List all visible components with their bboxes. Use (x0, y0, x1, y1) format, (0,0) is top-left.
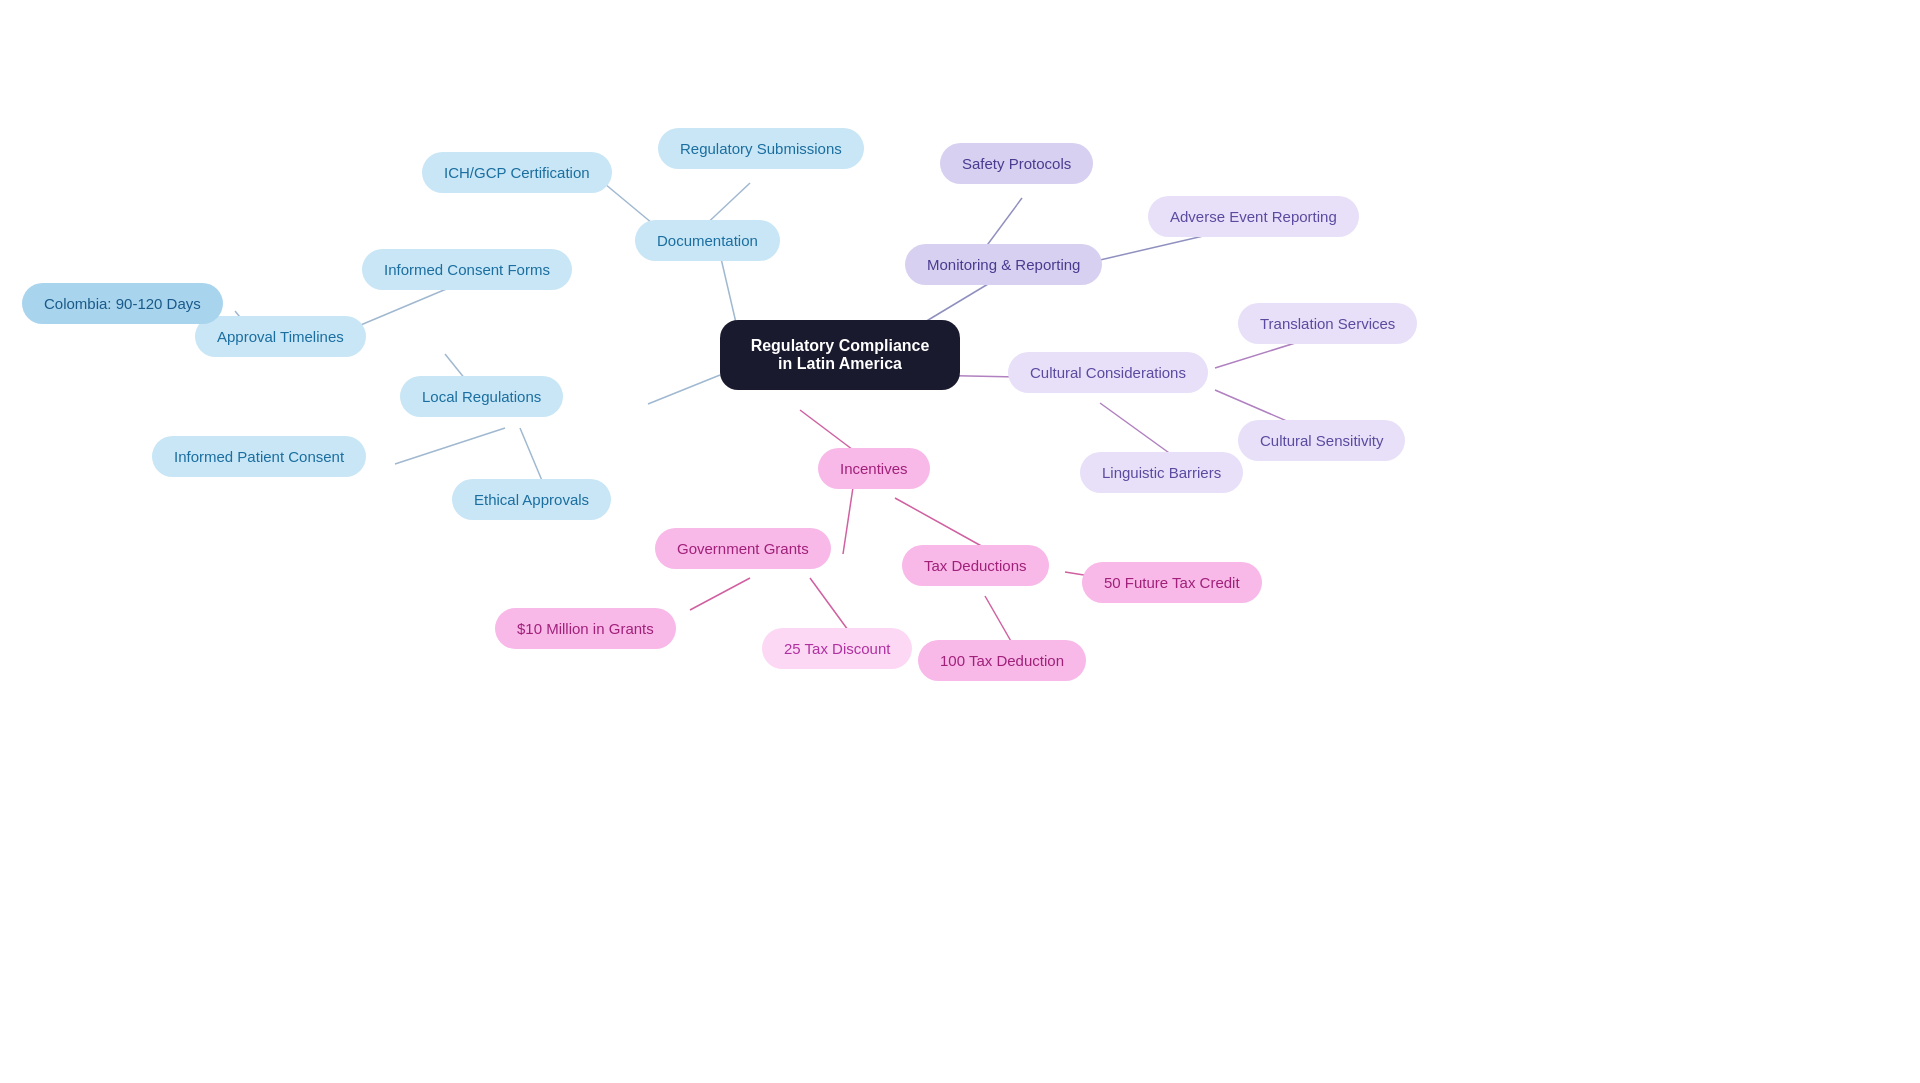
safety-protocols-node: Safety Protocols (940, 143, 1093, 184)
svg-line-0 (648, 375, 720, 404)
incentives-label: Incentives (840, 460, 908, 477)
svg-line-18 (895, 498, 985, 548)
ten-million-grants-node: $10 Million in Grants (495, 608, 676, 649)
informed-patient-consent-node: Informed Patient Consent (152, 436, 366, 477)
adverse-event-node: Adverse Event Reporting (1148, 196, 1359, 237)
hundred-tax-deduction-node: 100 Tax Deduction (918, 640, 1086, 681)
svg-line-20 (810, 578, 848, 630)
50-future-tax-credit-label: 50 Future Tax Credit (1104, 574, 1240, 591)
ich-gcp-node: ICH/GCP Certification (422, 152, 612, 193)
svg-line-21 (985, 596, 1012, 643)
local-regs-label: Local Regulations (422, 388, 541, 405)
ethical-approvals-label: Ethical Approvals (474, 491, 589, 508)
cultural-considerations-node: Cultural Considerations (1008, 352, 1208, 393)
translation-services-label: Translation Services (1260, 315, 1395, 332)
ten-million-label: $10 Million in Grants (517, 620, 654, 637)
svg-line-12 (985, 198, 1022, 248)
fifty-future-tax-credit-node: 50 Future Tax Credit (1082, 562, 1262, 603)
government-grants-label: Government Grants (677, 540, 809, 557)
tax-deductions-node: Tax Deductions (902, 545, 1049, 586)
approval-timelines-node: Approval Timelines (195, 316, 366, 357)
adverse-event-label: Adverse Event Reporting (1170, 208, 1337, 225)
tax-deductions-label: Tax Deductions (924, 557, 1027, 574)
colombia-days-label: Colombia: 90-120 Days (44, 295, 201, 312)
documentation-node: Documentation (635, 220, 780, 261)
regulatory-submissions-label: Regulatory Submissions (680, 140, 842, 157)
100-tax-deduction-label: 100 Tax Deduction (940, 652, 1064, 669)
cultural-sensitivity-node: Cultural Sensitivity (1238, 420, 1405, 461)
ethical-approvals-node: Ethical Approvals (452, 479, 611, 520)
25-tax-discount-label: 25 Tax Discount (784, 640, 890, 657)
incentives-node: Incentives (818, 448, 930, 489)
monitoring-reporting-label: Monitoring & Reporting (927, 256, 1080, 273)
informed-consent-forms-node: Informed Consent Forms (362, 249, 572, 290)
linguistic-barriers-label: Linguistic Barriers (1102, 464, 1221, 481)
government-grants-node: Government Grants (655, 528, 831, 569)
svg-line-7 (520, 428, 543, 483)
approval-timelines-label: Approval Timelines (217, 328, 344, 345)
regulatory-submissions-node: Regulatory Submissions (658, 128, 864, 169)
svg-line-19 (690, 578, 750, 610)
translation-services-node: Translation Services (1238, 303, 1417, 344)
center-node: Regulatory Compliance in Latin America (720, 320, 960, 390)
informed-patient-label: Informed Patient Consent (174, 448, 344, 465)
svg-line-6 (395, 428, 505, 464)
ich-gcp-label: ICH/GCP Certification (444, 164, 590, 181)
linguistic-barriers-node: Linguistic Barriers (1080, 452, 1243, 493)
local-regulations-node: Local Regulations (400, 376, 563, 417)
twenty-five-tax-discount-node: 25 Tax Discount (762, 628, 912, 669)
safety-protocols-label: Safety Protocols (962, 155, 1071, 172)
documentation-label: Documentation (657, 232, 758, 249)
informed-consent-forms-label: Informed Consent Forms (384, 261, 550, 278)
center-label: Regulatory Compliance in Latin America (744, 337, 936, 373)
monitoring-reporting-node: Monitoring & Reporting (905, 244, 1102, 285)
cultural-sensitivity-label: Cultural Sensitivity (1260, 432, 1383, 449)
svg-line-16 (1100, 403, 1172, 455)
cultural-considerations-label: Cultural Considerations (1030, 364, 1186, 381)
colombia-days-node: Colombia: 90-120 Days (22, 283, 223, 324)
